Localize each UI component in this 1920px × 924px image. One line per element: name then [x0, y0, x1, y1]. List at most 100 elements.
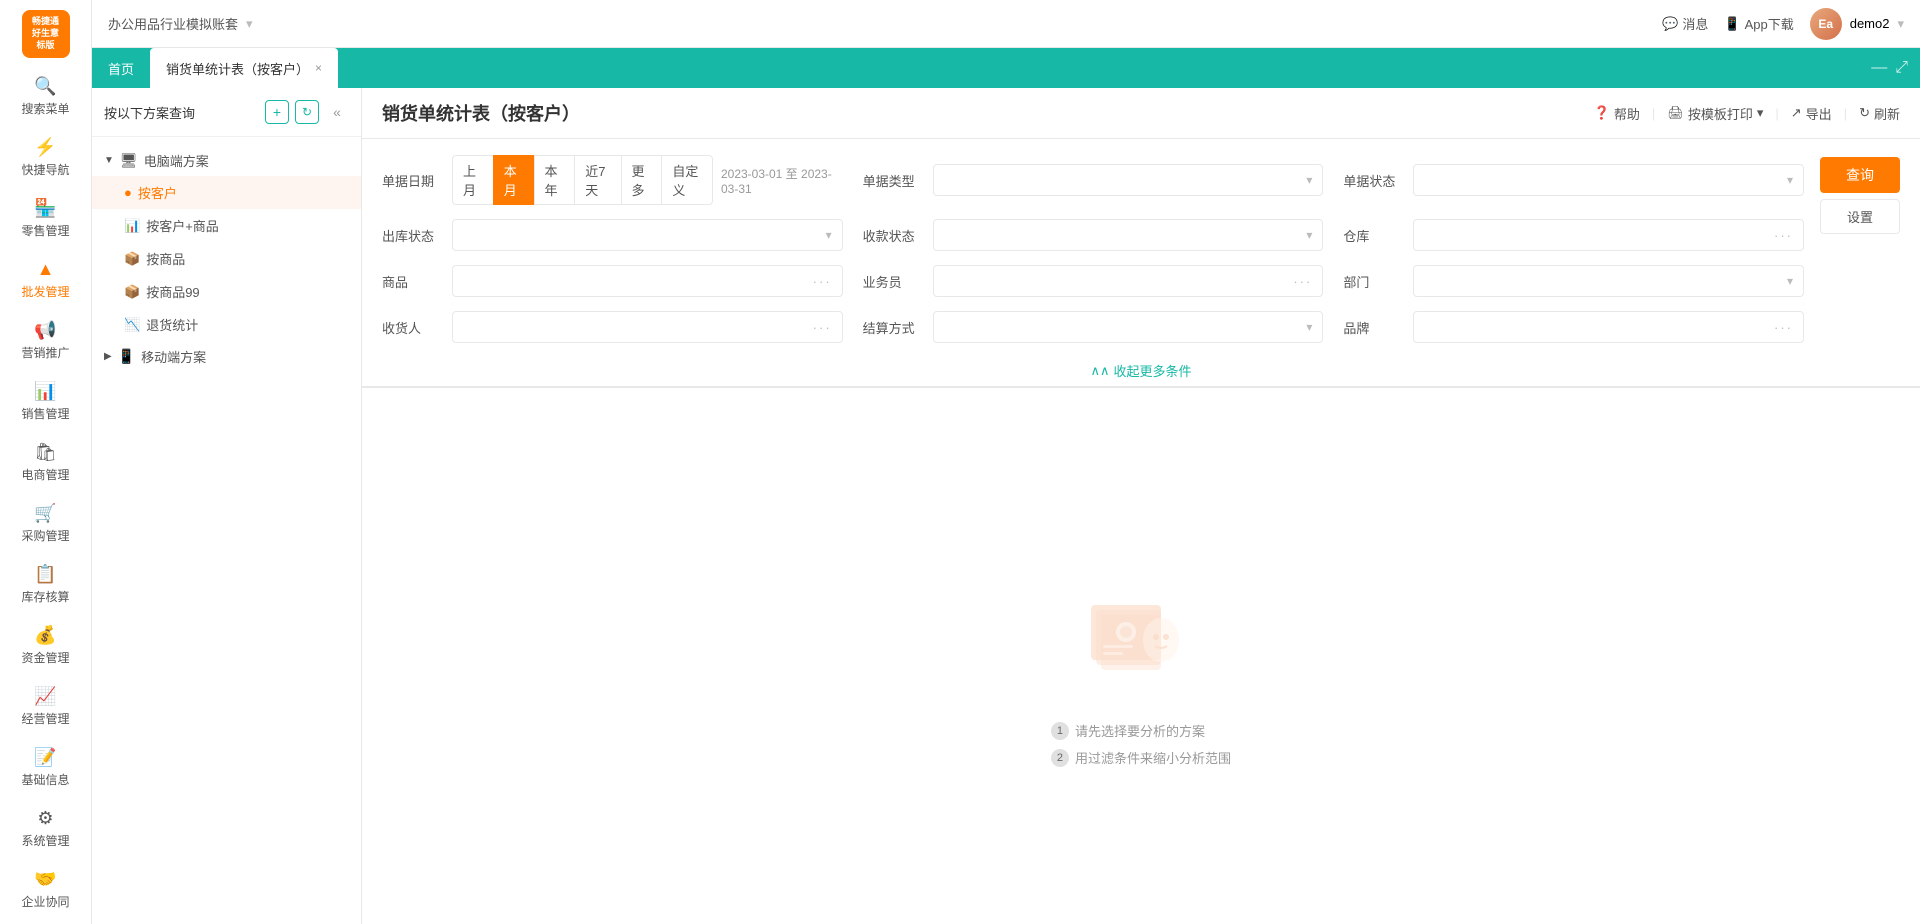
help-icon: ❓: [1594, 105, 1610, 121]
sidebar-item-marketing[interactable]: 📢 营销推广: [0, 310, 91, 371]
sidebar-item-finance[interactable]: 💰 资金管理: [0, 615, 91, 676]
sales-icon: 📊: [34, 381, 56, 402]
more-icon: ···: [813, 320, 832, 335]
avatar: Ea: [1810, 8, 1842, 40]
chevron-down-icon: ▾: [1306, 173, 1312, 187]
department-control[interactable]: ▾: [1413, 265, 1804, 297]
tabs-bar: 首页 销货单统计表（按客户） × — ⤢: [92, 48, 1920, 88]
scheme-item-by-goods[interactable]: 📦 按商品: [92, 242, 361, 275]
warehouse-control[interactable]: ···: [1413, 219, 1804, 251]
sidebar-item-label: 基础信息: [21, 771, 69, 788]
filter-doc-type: 单据类型 ▾: [863, 164, 1324, 196]
date-tab-last-month[interactable]: 上月: [452, 155, 493, 205]
sidebar-nav: 🔍 搜索菜单 ⚡ 快捷导航 🏪 零售管理 ▲ 批发管理 📢 营销推广 📊 销售管…: [0, 66, 91, 924]
payment-status-label: 收款状态: [863, 226, 933, 245]
sidebar-item-label: 资金管理: [21, 649, 69, 666]
sidebar-item-ecommerce[interactable]: 🛍 电商管理: [0, 432, 91, 493]
sidebar: 畅捷通好生意标版 🔍 搜索菜单 ⚡ 快捷导航 🏪 零售管理 ▲ 批发管理 📢 营…: [0, 0, 92, 924]
purchase-icon: 🛒: [34, 503, 56, 524]
date-tab-current-month[interactable]: 本月: [493, 155, 534, 205]
sidebar-item-enterprise[interactable]: 🤝 企业协同: [0, 859, 91, 920]
scheme-group-mobile-header[interactable]: ▶ 📱 移动端方案: [92, 341, 361, 372]
collapse-scheme-button[interactable]: «: [325, 100, 349, 124]
sidebar-item-label: 零售管理: [21, 222, 69, 239]
scheme-item-by-customer-goods[interactable]: 📊 按客户+商品: [92, 209, 361, 242]
out-status-control[interactable]: ▾: [452, 219, 843, 251]
payment-status-control[interactable]: ▾: [933, 219, 1324, 251]
quick-nav-icon: ⚡: [34, 137, 56, 158]
refresh-scheme-button[interactable]: ↻: [295, 100, 319, 124]
chevron-down-icon[interactable]: ▾: [246, 16, 253, 32]
logo-area: 畅捷通好生意标版: [0, 0, 91, 66]
date-tab-custom[interactable]: 自定义: [661, 155, 713, 205]
sidebar-item-label: 快捷导航: [21, 161, 69, 178]
sidebar-item-label: 采购管理: [21, 527, 69, 544]
page-title: 销货单统计表（按客户）: [382, 100, 580, 126]
sidebar-item-wholesale[interactable]: ▲ 批发管理: [0, 249, 91, 310]
sidebar-item-basic[interactable]: 📝 基础信息: [0, 737, 91, 798]
doc-status-control[interactable]: ▾: [1413, 164, 1804, 196]
refresh-icon: ↻: [302, 105, 312, 119]
collapse-icon: «: [333, 104, 341, 120]
sidebar-item-retail[interactable]: 🏪 零售管理: [0, 188, 91, 249]
filter-row-2: 出库状态 ▾ 收款状态 ▾: [382, 219, 1804, 251]
add-scheme-button[interactable]: +: [265, 100, 289, 124]
salesperson-control[interactable]: ···: [933, 265, 1324, 297]
date-tab-more[interactable]: 更多: [621, 155, 662, 205]
group-label: 电脑端方案: [144, 151, 209, 170]
goods-control[interactable]: ···: [452, 265, 843, 297]
tab-sales-stats[interactable]: 销货单统计表（按客户） ×: [150, 48, 338, 88]
filter-row-4: 收货人 ··· 结算方式 ▾: [382, 311, 1804, 343]
tab-close-button[interactable]: ×: [315, 61, 322, 75]
scheme-item-return-stats[interactable]: 📉 退货统计: [92, 308, 361, 341]
chevron-down-icon: ▾: [826, 228, 832, 242]
sidebar-item-quick-nav[interactable]: ⚡ 快捷导航: [0, 127, 91, 188]
sidebar-item-operations[interactable]: 📈 经营管理: [0, 676, 91, 737]
user-area[interactable]: Ea demo2 ▾: [1810, 8, 1904, 40]
scheme-item-by-customer[interactable]: ● 按客户: [92, 176, 361, 209]
query-button[interactable]: 查询: [1820, 157, 1900, 193]
settings-button[interactable]: 设置: [1820, 199, 1900, 234]
empty-illustration: [1081, 585, 1201, 701]
scheme-item-by-goods-99[interactable]: 📦 按商品99: [92, 275, 361, 308]
user-chevron-icon: ▾: [1897, 16, 1904, 32]
template-print-button[interactable]: 🖨 按模板打印 ▾: [1667, 104, 1763, 123]
collapse-button[interactable]: ∧∧ 收起更多条件: [1090, 361, 1191, 380]
sidebar-item-purchase[interactable]: 🛒 采购管理: [0, 493, 91, 554]
filter-wrapper: 单据日期 上月 本月 本年 近7天 更多 自定义 2023-03-01 至 20…: [362, 139, 1920, 388]
filter-doc-status: 单据状态 ▾: [1343, 164, 1804, 196]
sidebar-item-label: 经营管理: [21, 710, 69, 727]
help-button[interactable]: ❓ 帮助: [1594, 104, 1640, 123]
recipient-control[interactable]: ···: [452, 311, 843, 343]
settlement-control[interactable]: ▾: [933, 311, 1324, 343]
customer-icon: ●: [124, 185, 132, 200]
sidebar-item-sales[interactable]: 📊 销售管理: [0, 371, 91, 432]
scheme-panel: 按以下方案查询 + ↻ « ▼: [92, 88, 362, 924]
chart-icon: 📊: [124, 218, 140, 234]
message-button[interactable]: 💬 消息: [1662, 14, 1708, 33]
date-tab-current-year[interactable]: 本年: [534, 155, 575, 205]
minimize-tab-button[interactable]: —: [1871, 59, 1887, 77]
tab-label: 销货单统计表（按客户）: [166, 59, 309, 78]
doc-type-control[interactable]: ▾: [933, 164, 1324, 196]
export-button[interactable]: ↗ 导出: [1791, 104, 1832, 123]
sidebar-item-newbie[interactable]: 🎯 新手引导: [0, 920, 91, 924]
app-download-button[interactable]: 📱 App下载: [1724, 14, 1793, 33]
sidebar-item-system[interactable]: ⚙ 系统管理: [0, 798, 91, 859]
date-range-text: 2023-03-01 至 2023-03-31: [721, 165, 843, 196]
tab-home[interactable]: 首页: [92, 48, 150, 88]
print-chevron-icon: ▾: [1757, 105, 1764, 121]
sidebar-item-inventory[interactable]: 📋 库存核算: [0, 554, 91, 615]
maximize-tab-button[interactable]: ⤢: [1895, 59, 1908, 77]
scheme-group-pc-header[interactable]: ▼ 🖥 电脑端方案: [92, 145, 361, 176]
scheme-item-label: 退货统计: [146, 315, 198, 334]
scheme-item-label: 按客户+商品: [146, 216, 219, 235]
operations-icon: 📈: [34, 686, 56, 707]
enterprise-icon: 🤝: [34, 869, 56, 890]
collapse-bar[interactable]: ∧∧ 收起更多条件: [362, 355, 1920, 387]
date-tab-last-7-days[interactable]: 近7天: [574, 155, 620, 205]
collapse-label: 收起更多条件: [1114, 361, 1192, 380]
brand-control[interactable]: ···: [1413, 311, 1804, 343]
refresh-button[interactable]: ↻ 刷新: [1859, 104, 1900, 123]
sidebar-item-search[interactable]: 🔍 搜索菜单: [0, 66, 91, 127]
